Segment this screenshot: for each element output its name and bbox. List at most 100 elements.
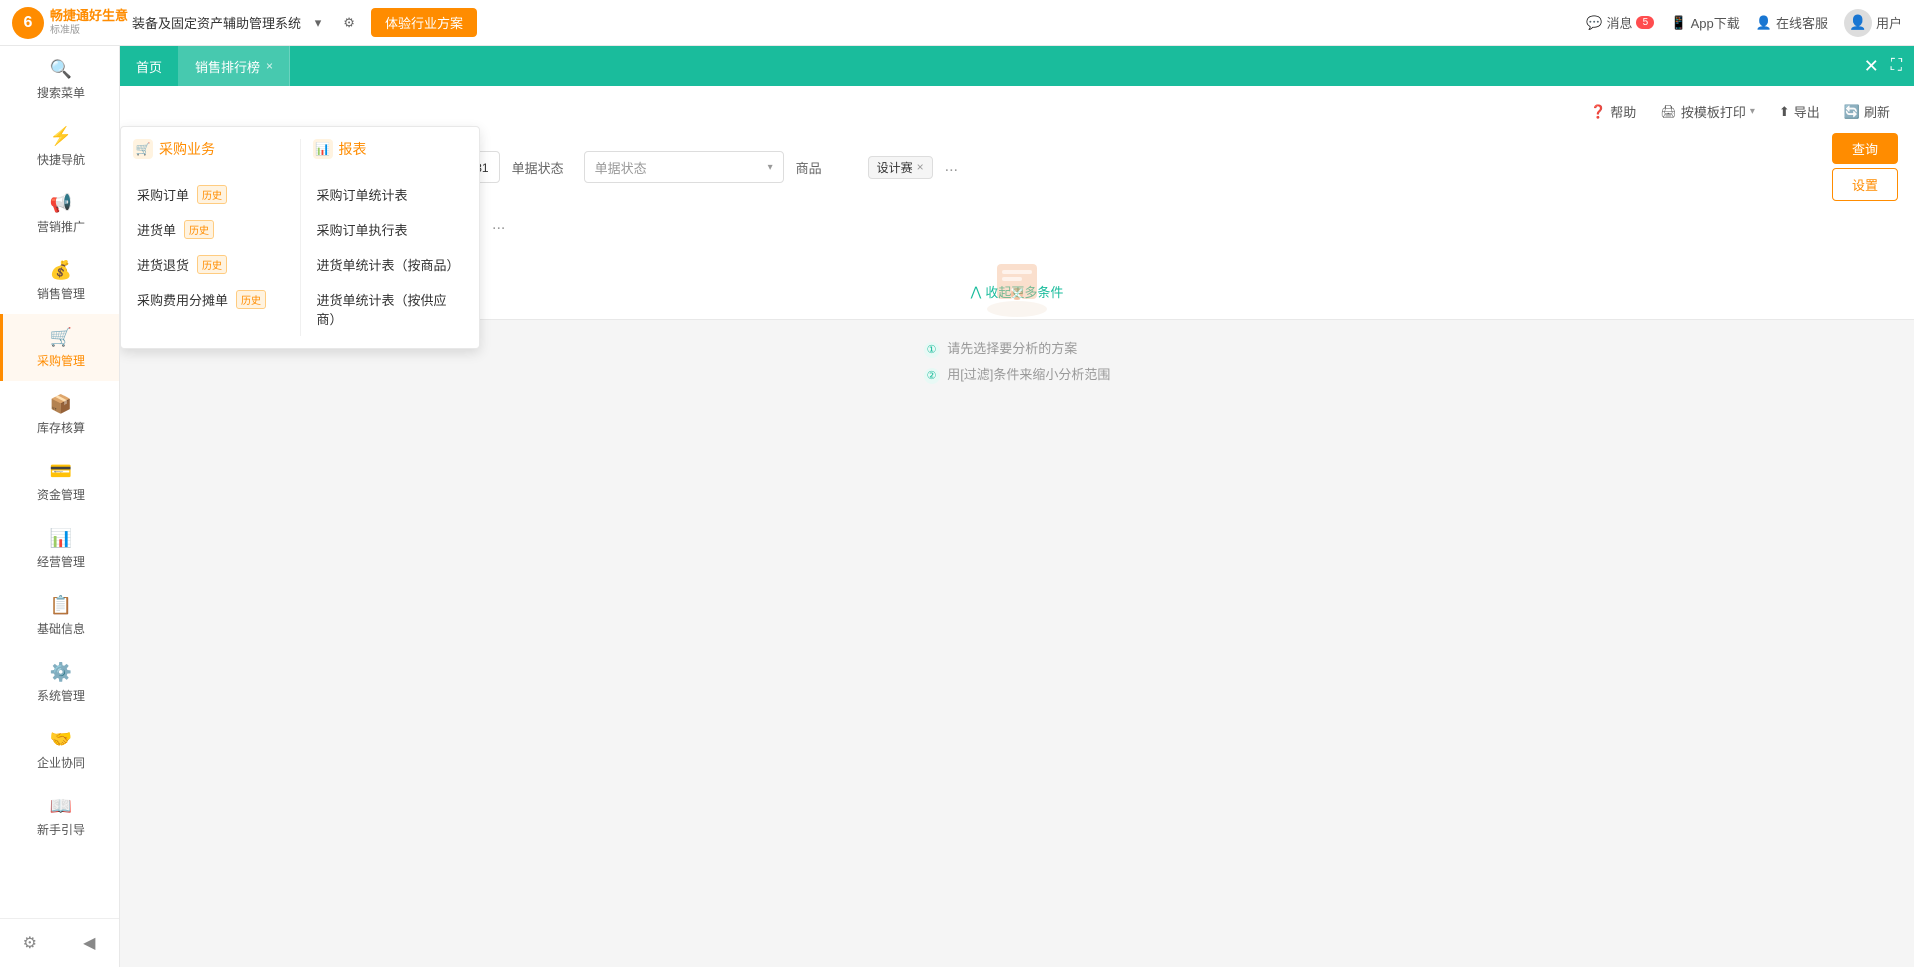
app-download-label: App下载 (1691, 13, 1740, 32)
return-label: 进货退货 (137, 255, 189, 274)
logo-sub: 标准版 (50, 24, 128, 37)
logo-area: 6 畅捷通好生意 标准版 (12, 7, 132, 39)
main-layout: 🔍 搜索菜单 ⚡ 快捷导航 📢 营销推广 💰 销售管理 🛒 采购管理 📦 库存核… (0, 46, 1914, 967)
page-content: ❓ 帮助 🖨 按模板打印 ▾ ⬆ 导出 🔄 (120, 86, 1914, 967)
message-badge: 5 (1636, 16, 1654, 29)
trial-button[interactable]: 体验行业方案 (371, 8, 477, 37)
content-area: 首页 销售排行榜 × ✕ ⛶ ❓ 帮助 (120, 46, 1914, 967)
tip1: ① 请先选择要分析的方案 (924, 336, 1111, 362)
menu-item-order-exec[interactable]: 采购订单执行表 (313, 212, 468, 247)
app-download-btn[interactable]: 📱 App下载 (1670, 13, 1739, 32)
refresh-label: 刷新 (1864, 102, 1890, 121)
top-header: 6 畅捷通好生意 标准版 装备及固定资产辅助管理系统 ▾ ⚙ 体验行业方案 💬 … (0, 0, 1914, 46)
header-right: 💬 消息 5 📱 App下载 👤 在线客服 👤 用户 (1586, 9, 1902, 37)
guide-icon: 📖 (50, 795, 72, 817)
tab-close-icon[interactable]: × (266, 59, 273, 73)
order-exec-label: 采购订单执行表 (317, 220, 408, 239)
tab-sales-ranking[interactable]: 销售排行榜 × (179, 46, 290, 86)
expense-badge: 历史 (236, 290, 266, 309)
user-area[interactable]: 👤 用户 (1844, 9, 1902, 37)
nav-icon: ⚡ (50, 125, 72, 147)
sidebar-item-inventory[interactable]: 📦 库存核算 (0, 381, 119, 448)
purchase-order-badge: 历史 (197, 185, 227, 204)
dropdown-purchase-col: 🛒 采购业务 采购订单 历史 进货单 历史 进货退货 (121, 139, 300, 336)
sidebar-bottom: ⚙ ◀ (0, 918, 119, 967)
marketing-icon: 📢 (50, 192, 72, 214)
tab-maximize-btn[interactable]: ⛶ (1887, 53, 1906, 79)
empty-tips: ① 请先选择要分析的方案 ② 用[过滤]条件来缩小分析范围 (924, 336, 1111, 388)
online-service-label: 在线客服 (1776, 13, 1828, 32)
sidebar-item-guide[interactable]: 📖 新手引导 (0, 783, 119, 850)
order-summary-label: 采购订单统计表 (317, 185, 408, 204)
sidebar-item-basic-info[interactable]: 📋 基础信息 (0, 582, 119, 649)
menu-item-return[interactable]: 进货退货 历史 (133, 247, 288, 282)
incoming-badge: 历史 (184, 220, 214, 239)
print-chevron-icon: ▾ (1750, 106, 1755, 117)
sidebar-label-sales: 销售管理 (37, 285, 85, 302)
purchase-col-label: 采购业务 (159, 139, 215, 159)
sidebar-item-search[interactable]: 🔍 搜索菜单 (0, 46, 119, 113)
tab-home-label: 首页 (136, 57, 162, 76)
user-avatar: 👤 (1844, 9, 1872, 37)
sidebar-label-nav: 快捷导航 (37, 151, 85, 168)
sidebar-label-collab: 企业协同 (37, 754, 85, 771)
sidebar-label-search: 搜索菜单 (37, 84, 85, 101)
finance-icon: 💳 (50, 460, 72, 482)
sidebar-label-basic-info: 基础信息 (37, 620, 85, 637)
sidebar-label-purchase: 采购管理 (37, 352, 85, 369)
help-btn[interactable]: ❓ 帮助 (1582, 98, 1644, 125)
print-icon: 🖨 (1660, 104, 1677, 120)
print-btn[interactable]: 🖨 按模板打印 ▾ (1652, 98, 1763, 125)
search-icon: 🔍 (50, 58, 72, 80)
purchase-col-icon: 🛒 (133, 139, 153, 159)
sidebar-item-system[interactable]: ⚙️ 系统管理 (0, 649, 119, 716)
sidebar-item-marketing[interactable]: 📢 营销推广 (0, 180, 119, 247)
menu-item-order-summary[interactable]: 采购订单统计表 (313, 177, 468, 212)
menu-item-purchase-order[interactable]: 采购订单 历史 (133, 177, 288, 212)
system-dropdown-btn[interactable]: ▾ (309, 14, 327, 32)
sidebar-item-sales[interactable]: 💰 销售管理 (0, 247, 119, 314)
message-icon: 💬 (1586, 15, 1602, 31)
menu-item-expense[interactable]: 采购费用分摊单 历史 (133, 282, 288, 317)
system-gear-btn[interactable]: ⚙ (335, 9, 363, 37)
dropdown-overlay[interactable]: 🛒 采购业务 采购订单 历史 进货单 历史 进货退货 (120, 126, 1914, 967)
export-btn[interactable]: ⬆ 导出 (1771, 98, 1828, 125)
refresh-btn[interactable]: 🔄 刷新 (1836, 98, 1898, 125)
menu-item-incoming-product[interactable]: 进货单统计表（按商品） (313, 247, 468, 282)
sidebar-item-finance[interactable]: 💳 资金管理 (0, 448, 119, 515)
return-badge: 历史 (197, 255, 227, 274)
incoming-product-label: 进货单统计表（按商品） (317, 255, 460, 274)
service-icon: 👤 (1756, 15, 1772, 31)
tab-bar-right: ✕ ⛶ (1852, 46, 1914, 86)
sidebar-label-inventory: 库存核算 (37, 419, 85, 436)
menu-item-incoming-supplier[interactable]: 进货单统计表（按供应商） (313, 282, 468, 336)
user-label: 用户 (1876, 13, 1902, 32)
phone-icon: 📱 (1670, 15, 1686, 31)
logo-main: 畅捷通好生意 (50, 8, 128, 25)
print-label: 按模板打印 (1681, 102, 1746, 121)
sidebar-label-operations: 经营管理 (37, 553, 85, 570)
tab-sales-ranking-label: 销售排行榜 (195, 57, 260, 76)
sidebar-collapse-btn[interactable]: ◀ (73, 927, 105, 959)
purchase-order-label: 采购订单 (137, 185, 189, 204)
message-btn[interactable]: 💬 消息 5 (1586, 13, 1654, 32)
sidebar-item-purchase[interactable]: 🛒 采购管理 (0, 314, 119, 381)
sidebar: 🔍 搜索菜单 ⚡ 快捷导航 📢 营销推广 💰 销售管理 🛒 采购管理 📦 库存核… (0, 46, 120, 967)
purchase-col-title: 🛒 采购业务 (133, 139, 288, 165)
tip2: ② 用[过滤]条件来缩小分析范围 (924, 362, 1111, 388)
menu-item-incoming[interactable]: 进货单 历史 (133, 212, 288, 247)
inventory-icon: 📦 (50, 393, 72, 415)
tab-home[interactable]: 首页 (120, 46, 179, 86)
sidebar-item-collab[interactable]: 🤝 企业协同 (0, 716, 119, 783)
sidebar-item-operations[interactable]: 📊 经营管理 (0, 515, 119, 582)
sidebar-item-nav[interactable]: ⚡ 快捷导航 (0, 113, 119, 180)
system-name: 装备及固定资产辅助管理系统 (132, 13, 301, 32)
dropdown-report-col: 📊 报表 采购订单统计表 采购订单执行表 进货单统计表（按商品） (300, 139, 480, 336)
sidebar-label-marketing: 营销推广 (37, 218, 85, 235)
sidebar-settings-btn[interactable]: ⚙ (14, 927, 46, 959)
online-service-btn[interactable]: 👤 在线客服 (1756, 13, 1828, 32)
toolbar-row: ❓ 帮助 🖨 按模板打印 ▾ ⬆ 导出 🔄 (136, 98, 1898, 125)
expense-label: 采购费用分摊单 (137, 290, 228, 309)
tab-close-window-btn[interactable]: ✕ (1860, 52, 1883, 81)
incoming-label: 进货单 (137, 220, 176, 239)
